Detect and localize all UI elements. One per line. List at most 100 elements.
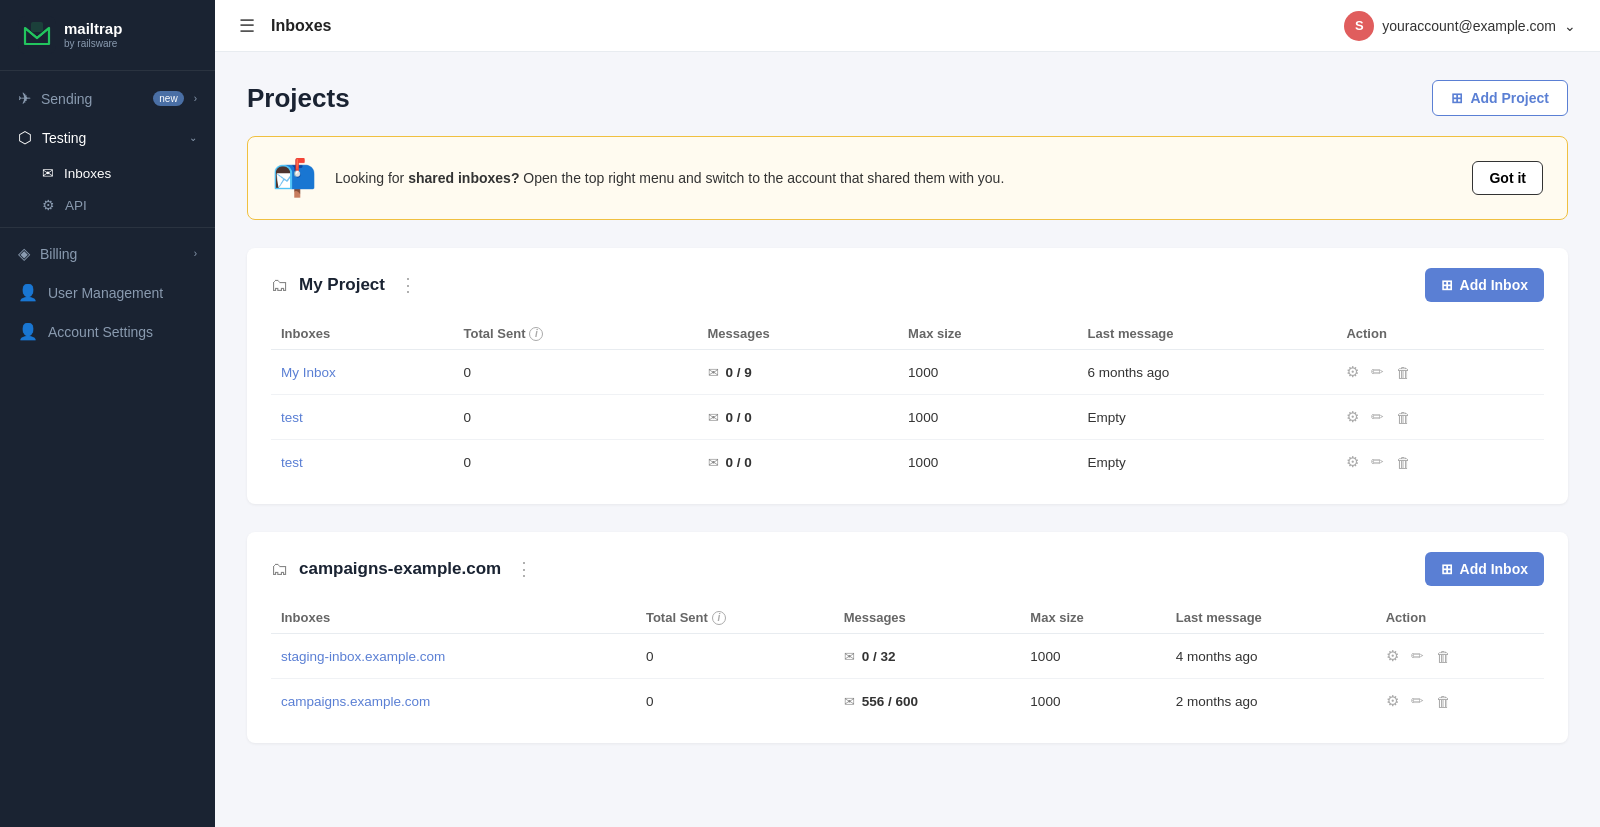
inbox-link[interactable]: test	[281, 410, 303, 425]
col-action-c: Action	[1376, 602, 1544, 634]
add-project-label: Add Project	[1470, 90, 1549, 106]
edit-button[interactable]: ✏	[1411, 647, 1424, 665]
total-sent-cell: 0	[636, 679, 834, 724]
col-last-message: Last message	[1078, 318, 1337, 350]
message-count: 0 / 0	[726, 410, 752, 425]
action-cell: ⚙ ✏ 🗑	[1376, 679, 1544, 724]
col-max-size-c: Max size	[1020, 602, 1165, 634]
sidebar-item-account-settings-label: Account Settings	[48, 324, 197, 340]
inbox-link[interactable]: staging-inbox.example.com	[281, 649, 445, 664]
action-cell: ⚙ ✏ 🗑	[1336, 440, 1544, 485]
last-message-cell: 4 months ago	[1166, 634, 1376, 679]
edit-button[interactable]: ✏	[1411, 692, 1424, 710]
message-count: 0 / 0	[726, 455, 752, 470]
total-sent-cell: 0	[454, 395, 698, 440]
last-message-cell: 2 months ago	[1166, 679, 1376, 724]
col-inboxes: Inboxes	[271, 318, 454, 350]
project-section-campaigns: 🗂 campaigns-example.com ⋮ ⊞ Add Inbox In…	[247, 532, 1568, 743]
sidebar-item-testing[interactable]: ⬡ Testing ⌄	[0, 118, 215, 157]
message-envelope-icon: ✉	[844, 649, 855, 664]
max-size-cell: 1000	[898, 350, 1077, 395]
mailtrap-logo-icon	[18, 16, 56, 54]
project-menu-dots-2[interactable]: ⋮	[511, 558, 537, 580]
settings-button[interactable]: ⚙	[1386, 647, 1399, 665]
page-header: Projects ⊞ Add Project	[247, 80, 1568, 116]
messages-cell: ✉ 0 / 0	[698, 395, 899, 440]
max-size-cell: 1000	[898, 440, 1077, 485]
action-cell: ⚙ ✏ 🗑	[1336, 350, 1544, 395]
edit-button[interactable]: ✏	[1371, 363, 1384, 381]
message-envelope-icon: ✉	[708, 365, 719, 380]
sidebar-item-api[interactable]: ⚙ API	[0, 189, 215, 221]
got-it-button[interactable]: Got it	[1472, 161, 1543, 195]
sidebar-brand: mailtrap by railsware	[64, 21, 122, 49]
project-menu-dots[interactable]: ⋮	[395, 274, 421, 296]
project-header-my-project: 🗂 My Project ⋮ ⊞ Add Inbox	[271, 268, 1544, 302]
add-inbox-button-campaigns[interactable]: ⊞ Add Inbox	[1425, 552, 1544, 586]
user-avatar: S	[1344, 11, 1374, 41]
hamburger-icon[interactable]: ☰	[239, 15, 255, 37]
col-total-sent: Total Senti	[454, 318, 698, 350]
delete-button[interactable]: 🗑	[1396, 409, 1411, 426]
sidebar-logo: mailtrap by railsware	[0, 0, 215, 71]
max-size-cell: 1000	[1020, 634, 1165, 679]
notice-envelope-icon: 📬	[272, 157, 317, 199]
sidebar: mailtrap by railsware ✈ Sending new › ⬡ …	[0, 0, 215, 827]
max-size-cell: 1000	[1020, 679, 1165, 724]
inbox-name-cell: campaigns.example.com	[271, 679, 636, 724]
col-messages: Messages	[698, 318, 899, 350]
table-row: test 0 ✉0 / 0 1000 Empty ⚙ ✏ 🗑	[271, 395, 1544, 440]
message-count: 556 / 600	[862, 694, 918, 709]
sidebar-item-inboxes[interactable]: ✉ Inboxes	[0, 157, 215, 189]
user-chevron-down-icon: ⌄	[1564, 18, 1576, 34]
last-message-cell: Empty	[1078, 395, 1337, 440]
account-icon: 👤	[18, 322, 38, 341]
edit-button[interactable]: ✏	[1371, 453, 1384, 471]
col-inboxes-c: Inboxes	[271, 602, 636, 634]
sidebar-item-billing[interactable]: ◈ Billing ›	[0, 234, 215, 273]
users-icon: 👤	[18, 283, 38, 302]
edit-button[interactable]: ✏	[1371, 408, 1384, 426]
sidebar-brand-name: mailtrap	[64, 21, 122, 38]
inbox-link[interactable]: test	[281, 455, 303, 470]
page-title: Projects	[247, 83, 350, 114]
settings-button[interactable]: ⚙	[1346, 363, 1359, 381]
content-area: Projects ⊞ Add Project 📬 Looking for sha…	[215, 52, 1600, 827]
delete-button[interactable]: 🗑	[1396, 364, 1411, 381]
svg-rect-0	[18, 16, 56, 54]
inbox-link[interactable]: My Inbox	[281, 365, 336, 380]
billing-icon: ◈	[18, 244, 30, 263]
delete-button[interactable]: 🗑	[1436, 693, 1451, 710]
sidebar-item-sending-label: Sending	[41, 91, 143, 107]
add-inbox-label: Add Inbox	[1460, 277, 1528, 293]
inbox-name-cell: test	[271, 395, 454, 440]
table-row: staging-inbox.example.com 0 ✉0 / 32 1000…	[271, 634, 1544, 679]
add-project-icon: ⊞	[1451, 90, 1463, 106]
settings-button[interactable]: ⚙	[1346, 408, 1359, 426]
col-max-size: Max size	[898, 318, 1077, 350]
table-row: test 0 ✉0 / 0 1000 Empty ⚙ ✏ 🗑	[271, 440, 1544, 485]
message-envelope-icon: ✉	[708, 410, 719, 425]
settings-button[interactable]: ⚙	[1386, 692, 1399, 710]
notice-prefix: Looking for	[335, 170, 408, 186]
notice-bold: shared inboxes?	[408, 170, 519, 186]
add-inbox-button-my-project[interactable]: ⊞ Add Inbox	[1425, 268, 1544, 302]
user-menu[interactable]: S youraccount@example.com ⌄	[1344, 11, 1576, 41]
send-icon: ✈	[18, 89, 31, 108]
topbar: ☰ Inboxes S youraccount@example.com ⌄	[215, 0, 1600, 52]
project-title-row: 🗂 My Project ⋮	[271, 274, 421, 296]
project-section-my-project: 🗂 My Project ⋮ ⊞ Add Inbox Inboxes Total…	[247, 248, 1568, 504]
add-project-button[interactable]: ⊞ Add Project	[1432, 80, 1568, 116]
delete-button[interactable]: 🗑	[1396, 454, 1411, 471]
sidebar-item-user-management[interactable]: 👤 User Management	[0, 273, 215, 312]
total-sent-info-icon: i	[529, 327, 543, 341]
inbox-name-cell: staging-inbox.example.com	[271, 634, 636, 679]
inbox-link[interactable]: campaigns.example.com	[281, 694, 430, 709]
delete-button[interactable]: 🗑	[1436, 648, 1451, 665]
project-doc-icon: 🗂	[271, 275, 289, 296]
sidebar-item-sending[interactable]: ✈ Sending new ›	[0, 79, 215, 118]
sidebar-item-user-management-label: User Management	[48, 285, 197, 301]
settings-button[interactable]: ⚙	[1346, 453, 1359, 471]
sidebar-item-account-settings[interactable]: 👤 Account Settings	[0, 312, 215, 351]
add-inbox-icon-2: ⊞	[1441, 561, 1453, 577]
